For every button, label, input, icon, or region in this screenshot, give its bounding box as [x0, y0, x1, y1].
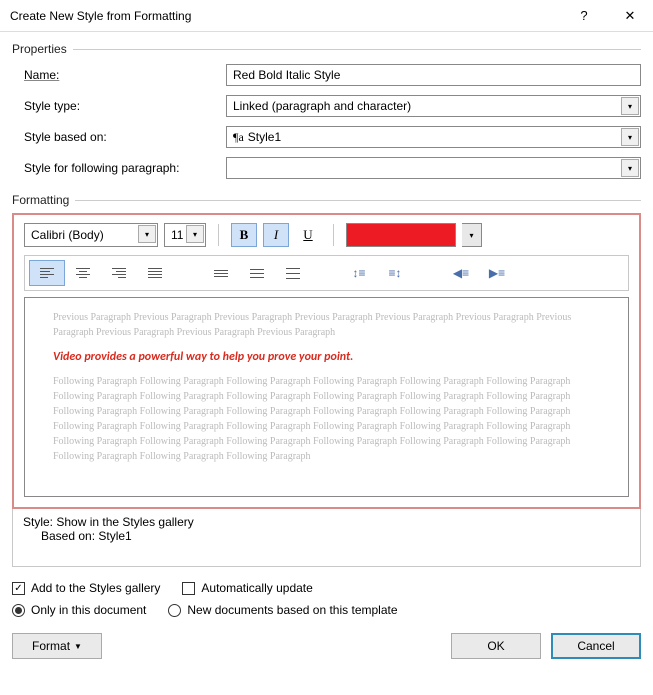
window-title: Create New Style from Formatting — [10, 9, 561, 23]
chevron-down-icon: ▾ — [138, 225, 156, 243]
underline-button[interactable]: U — [295, 223, 321, 247]
close-button[interactable]: ✕ — [607, 0, 653, 32]
titlebar: Create New Style from Formatting ? ✕ — [0, 0, 653, 32]
spacing-medium-icon — [250, 269, 264, 278]
space-before-decrease-button[interactable]: ≡↕ — [377, 260, 413, 286]
preview-following-text: Following Paragraph Following Paragraph … — [53, 374, 600, 464]
font-color-swatch[interactable] — [346, 223, 456, 247]
space-before-increase-button[interactable]: ↕≡ — [341, 260, 377, 286]
divider — [218, 224, 219, 246]
align-justify-button[interactable] — [137, 260, 173, 286]
style-description: Style: Show in the Styles gallery Based … — [12, 509, 641, 567]
para-space-after-icon: ≡↕ — [388, 266, 401, 280]
only-in-document-radio[interactable]: Only in this document — [12, 603, 146, 617]
increase-indent-button[interactable]: ▶≡ — [479, 260, 515, 286]
align-left-icon — [40, 268, 54, 278]
line-spacing-1-button[interactable] — [203, 260, 239, 286]
style-desc-line1: Style: Show in the Styles gallery — [23, 515, 630, 529]
name-label: Name: — [24, 68, 214, 82]
formatting-section-label: Formatting — [12, 193, 641, 207]
para-space-before-icon: ↕≡ — [352, 266, 365, 280]
checkbox-unchecked-icon — [182, 582, 195, 595]
style-following-label: Style for following paragraph: — [24, 161, 214, 175]
new-documents-radio[interactable]: New documents based on this template — [168, 603, 397, 617]
add-to-gallery-checkbox[interactable]: ✓ Add to the Styles gallery — [12, 581, 160, 595]
font-combo[interactable]: Calibri (Body) ▾ — [24, 223, 158, 247]
font-color-dropdown[interactable]: ▾ — [462, 223, 482, 247]
ok-button[interactable]: OK — [451, 633, 541, 659]
chevron-down-icon: ▾ — [621, 128, 639, 146]
bold-button[interactable]: B — [231, 223, 257, 247]
decrease-indent-icon: ◀≡ — [453, 266, 469, 280]
chevron-down-icon: ▾ — [186, 225, 204, 243]
preview-sample-text: Video provides a powerful way to help yo… — [53, 350, 600, 364]
align-justify-icon — [148, 268, 162, 278]
align-right-button[interactable] — [101, 260, 137, 286]
chevron-down-icon: ▾ — [621, 97, 639, 115]
italic-button[interactable]: I — [263, 223, 289, 247]
help-button[interactable]: ? — [561, 0, 607, 32]
spacing-tight-icon — [214, 270, 228, 277]
style-type-combo[interactable]: Linked (paragraph and character) ▾ — [226, 95, 641, 117]
style-following-combo[interactable]: ▾ — [226, 157, 641, 179]
formatting-box: Calibri (Body) ▾ 11 ▾ B I U ▾ — [12, 213, 641, 509]
increase-indent-icon: ▶≡ — [489, 266, 505, 280]
auto-update-checkbox[interactable]: Automatically update — [182, 581, 312, 595]
line-spacing-1-5-button[interactable] — [239, 260, 275, 286]
style-based-on-label: Style based on: — [24, 130, 214, 144]
properties-section-label: Properties — [12, 42, 641, 56]
align-right-icon — [112, 268, 126, 278]
style-type-label: Style type: — [24, 99, 214, 113]
decrease-indent-button[interactable]: ◀≡ — [443, 260, 479, 286]
style-based-on-combo[interactable]: ¶a Style1 ▾ — [226, 126, 641, 148]
preview-pane: Previous Paragraph Previous Paragraph Pr… — [24, 297, 629, 497]
preview-previous-text: Previous Paragraph Previous Paragraph Pr… — [53, 310, 600, 340]
align-center-icon — [76, 268, 90, 278]
chevron-down-icon: ▾ — [621, 159, 639, 177]
align-left-button[interactable] — [29, 260, 65, 286]
checkbox-checked-icon: ✓ — [12, 582, 25, 595]
pilcrow-icon: ¶a — [233, 130, 244, 145]
cancel-button[interactable]: Cancel — [551, 633, 641, 659]
chevron-down-icon: ▼ — [74, 642, 82, 651]
spacing-loose-icon — [286, 268, 300, 279]
radio-unselected-icon — [168, 604, 181, 617]
format-button[interactable]: Format▼ — [12, 633, 102, 659]
divider — [333, 224, 334, 246]
align-center-button[interactable] — [65, 260, 101, 286]
name-input[interactable] — [226, 64, 641, 86]
line-spacing-2-button[interactable] — [275, 260, 311, 286]
style-desc-line2: Based on: Style1 — [23, 529, 630, 543]
radio-selected-icon — [12, 604, 25, 617]
font-size-combo[interactable]: 11 ▾ — [164, 223, 206, 247]
